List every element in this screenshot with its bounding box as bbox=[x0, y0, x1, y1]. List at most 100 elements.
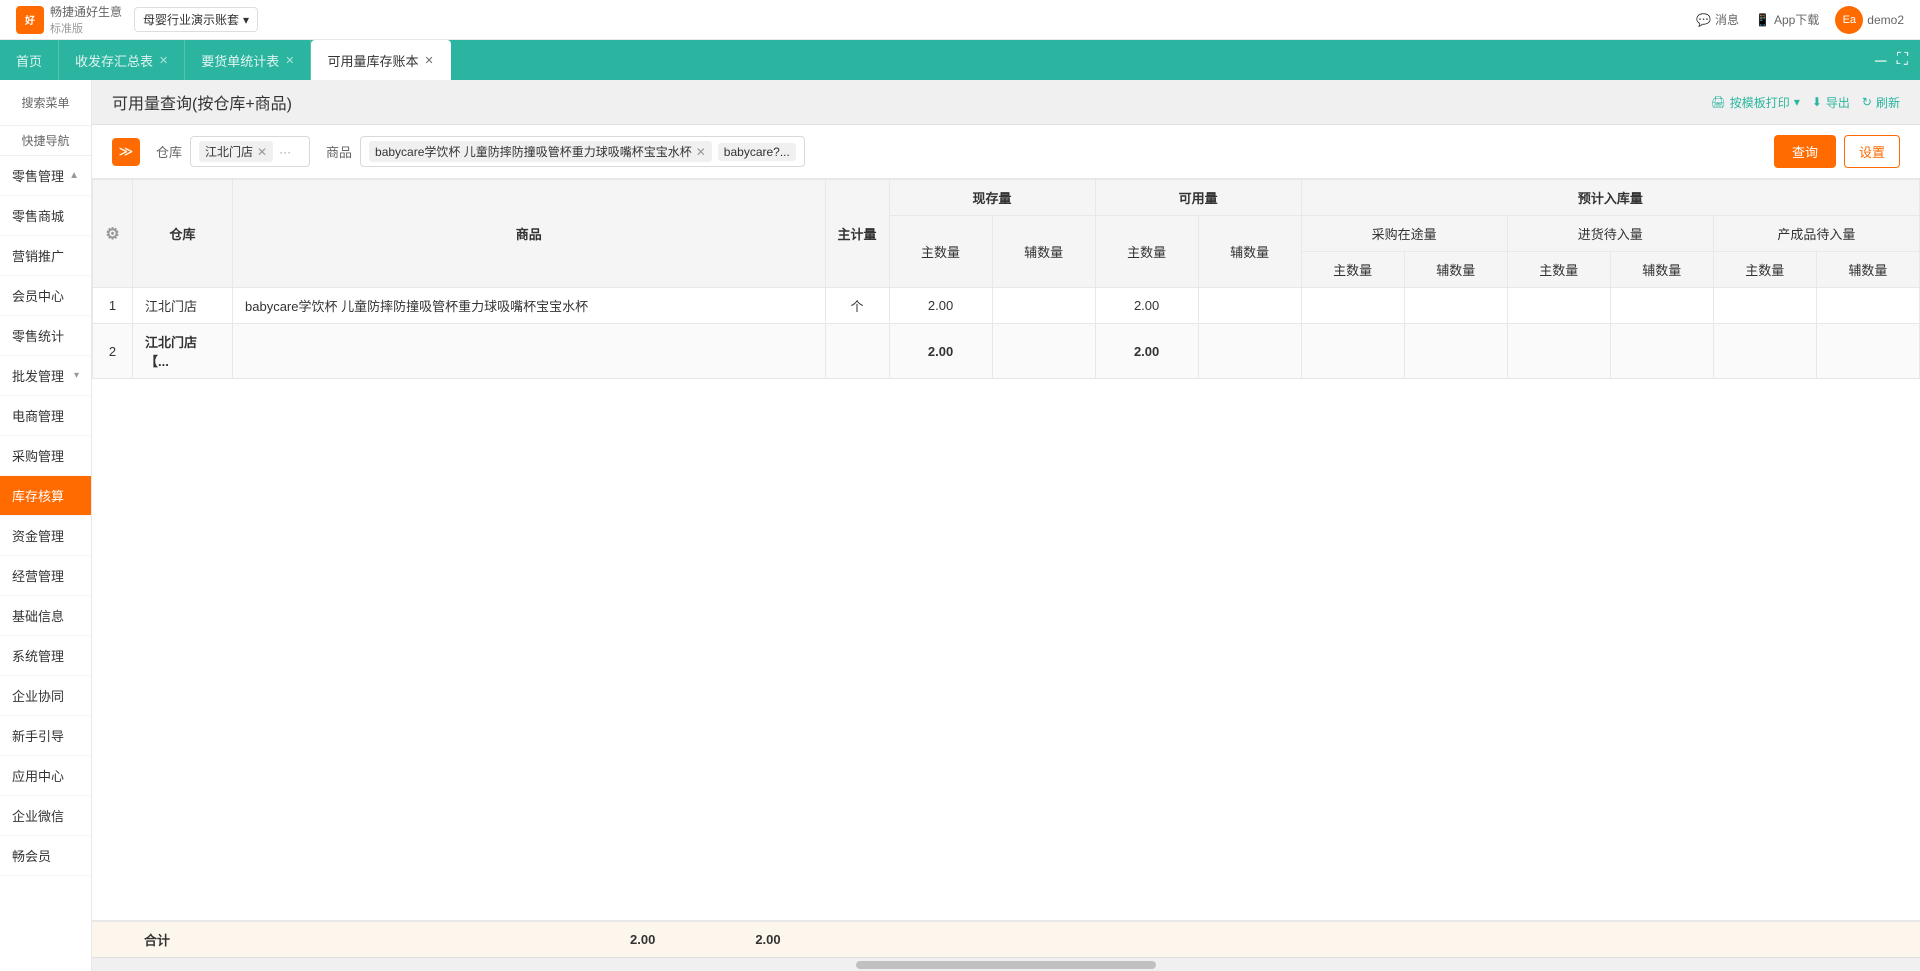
sidebar-item-marketing[interactable]: 营销推广 bbox=[0, 236, 91, 276]
row2-product-pending-aux bbox=[1816, 324, 1919, 379]
row2-product-pending-main bbox=[1713, 324, 1816, 379]
sidebar-item-basic-info[interactable]: 基础信息 bbox=[0, 596, 91, 636]
row1-current-main: 2.00 bbox=[889, 288, 992, 324]
sidebar-item-ecommerce-mgmt[interactable]: 电商管理 bbox=[0, 396, 91, 436]
col-header-product: 商品 bbox=[233, 180, 826, 288]
settings-btn[interactable]: 设置 bbox=[1844, 135, 1900, 168]
sidebar-item-enterprise-wechat[interactable]: 企业微信 bbox=[0, 796, 91, 836]
tab-available-ledger[interactable]: 可用量库存账本 ✕ bbox=[311, 40, 450, 80]
print-label: 按模板打印 bbox=[1730, 94, 1790, 111]
tab-order-stats-close[interactable]: ✕ bbox=[285, 54, 294, 67]
product-input[interactable]: babycare学饮杯 儿童防摔防撞吸管杯重力球吸嘴杯宝宝水杯 ✕ babyca… bbox=[360, 136, 805, 167]
tab-order-stats[interactable]: 要货单统计表 ✕ bbox=[185, 40, 311, 80]
warehouse-tag-remove[interactable]: ✕ bbox=[257, 145, 267, 159]
filter-toggle-btn[interactable]: ≫ bbox=[112, 138, 140, 166]
tab-available-ledger-label: 可用量库存账本 bbox=[327, 51, 418, 70]
row1-product-pending-main bbox=[1713, 288, 1816, 324]
row2-avail-aux bbox=[1198, 324, 1301, 379]
sidebar-item-retail-mgmt[interactable]: 零售管理 ▲ bbox=[0, 156, 91, 196]
row2-incoming-pending-main bbox=[1507, 324, 1610, 379]
row2-current-main: 2.00 bbox=[889, 324, 992, 379]
product-tag-1-remove[interactable]: ✕ bbox=[696, 145, 706, 159]
sidebar-quick-nav[interactable]: 快捷导航 bbox=[0, 126, 91, 156]
sidebar: 搜索菜单 快捷导航 零售管理 ▲ 零售商城 营销推广 会员中心 零售统计 批发管… bbox=[0, 80, 92, 971]
export-icon: ⬇ bbox=[1812, 95, 1822, 109]
sidebar-item-inventory-check[interactable]: 库存核算 bbox=[0, 476, 91, 516]
row1-avail-main: 2.00 bbox=[1095, 288, 1198, 324]
filter-actions: 查询 设置 bbox=[1774, 135, 1900, 168]
sidebar-item-wholesale-mgmt[interactable]: 批发管理 ▾ bbox=[0, 356, 91, 396]
content-area: 可用量查询(按仓库+商品) 🖨 按模板打印 ▾ ⬇ 导出 ↻ 刷新 ≫ bbox=[92, 80, 1920, 971]
refresh-btn[interactable]: ↻ 刷新 bbox=[1862, 94, 1900, 111]
sidebar-item-retail-stats[interactable]: 零售统计 bbox=[0, 316, 91, 356]
row2-product bbox=[233, 324, 826, 379]
sidebar-item-system-mgmt[interactable]: 系统管理 bbox=[0, 636, 91, 676]
tab-home[interactable]: 首页 bbox=[0, 40, 59, 80]
nav-tabs-bar: 首页 收发存汇总表 ✕ 要货单统计表 ✕ 可用量库存账本 ✕ － ⛶ bbox=[0, 40, 1920, 80]
sidebar-item-finance-mgmt[interactable]: 资金管理 bbox=[0, 516, 91, 556]
tab-receive-summary-close[interactable]: ✕ bbox=[159, 54, 168, 67]
horizontal-scrollbar[interactable] bbox=[856, 961, 1156, 969]
col-header-unit: 主计量 bbox=[825, 180, 889, 288]
scroll-bar-area bbox=[92, 957, 1920, 971]
brand: 好 畅捷通好生意 标准版 bbox=[16, 3, 122, 36]
col-header-setting[interactable]: ⚙ bbox=[93, 180, 133, 288]
product-tag-1: babycare学饮杯 儿童防摔防撞吸管杯重力球吸嘴杯宝宝水杯 ✕ bbox=[369, 141, 712, 162]
user-area[interactable]: Ea demo2 bbox=[1835, 6, 1904, 34]
app-download-btn[interactable]: 📱 App下载 bbox=[1755, 11, 1819, 28]
message-btn[interactable]: 💬 消息 bbox=[1696, 11, 1739, 28]
footer-avail-main: 2.00 bbox=[755, 932, 780, 947]
warehouse-tag: 江北门店 ✕ bbox=[199, 141, 273, 162]
sidebar-search-btn[interactable]: 搜索菜单 bbox=[8, 88, 83, 117]
col-header-product-pending-main: 主数量 bbox=[1713, 252, 1816, 288]
row1-purchase-transit-aux bbox=[1404, 288, 1507, 324]
row1-unit: 个 bbox=[825, 288, 889, 324]
warehouse-filter: 仓库 江北门店 ✕ ··· bbox=[156, 136, 310, 167]
sidebar-item-new-guide[interactable]: 新手引导 bbox=[0, 716, 91, 756]
industry-selector[interactable]: 母婴行业演示账套 ▾ bbox=[134, 7, 258, 32]
sidebar-item-member-center[interactable]: 会员中心 bbox=[0, 276, 91, 316]
row1-product: babycare学饮杯 儿童防摔防撞吸管杯重力球吸嘴杯宝宝水杯 bbox=[233, 288, 826, 324]
minimize-icon[interactable]: － bbox=[1873, 48, 1889, 72]
warehouse-input[interactable]: 江北门店 ✕ ··· bbox=[190, 136, 310, 167]
sidebar-item-retail-mall[interactable]: 零售商城 bbox=[0, 196, 91, 236]
chevron-down-icon: ▾ bbox=[243, 13, 249, 27]
col-header-avail-main: 主数量 bbox=[1095, 216, 1198, 288]
chevron-icon: ▾ bbox=[74, 370, 79, 381]
sidebar-search-area: 搜索菜单 bbox=[0, 80, 91, 126]
product-filter: 商品 babycare学饮杯 儿童防摔防撞吸管杯重力球吸嘴杯宝宝水杯 ✕ bab… bbox=[326, 136, 805, 167]
export-btn[interactable]: ⬇ 导出 bbox=[1812, 94, 1850, 111]
phone-icon: 📱 bbox=[1755, 13, 1770, 27]
sidebar-item-enterprise-collab[interactable]: 企业协同 bbox=[0, 676, 91, 716]
page-header: 可用量查询(按仓库+商品) 🖨 按模板打印 ▾ ⬇ 导出 ↻ 刷新 bbox=[92, 80, 1920, 125]
sidebar-item-app-center[interactable]: 应用中心 bbox=[0, 756, 91, 796]
tab-receive-summary[interactable]: 收发存汇总表 ✕ bbox=[59, 40, 185, 80]
page-actions: 🖨 按模板打印 ▾ ⬇ 导出 ↻ 刷新 bbox=[1711, 94, 1900, 111]
row1-incoming-pending-main bbox=[1507, 288, 1610, 324]
sidebar-item-ops-mgmt[interactable]: 经营管理 bbox=[0, 556, 91, 596]
row2-index: 2 bbox=[93, 324, 133, 379]
tab-available-ledger-close[interactable]: ✕ bbox=[425, 54, 434, 67]
row1-incoming-pending-aux bbox=[1610, 288, 1713, 324]
column-settings-icon[interactable]: ⚙ bbox=[105, 226, 119, 243]
tab-receive-summary-label: 收发存汇总表 bbox=[75, 51, 153, 70]
col-header-product-pending-aux: 辅数量 bbox=[1816, 252, 1919, 288]
brand-text: 畅捷通好生意 标准版 bbox=[50, 3, 122, 36]
col-header-product-pending: 产成品待入量 bbox=[1713, 216, 1919, 252]
col-header-incoming-pending-aux: 辅数量 bbox=[1610, 252, 1713, 288]
col-header-purchase-transit-main: 主数量 bbox=[1301, 252, 1404, 288]
query-btn[interactable]: 查询 bbox=[1774, 135, 1836, 168]
row1-product-pending-aux bbox=[1816, 288, 1919, 324]
sidebar-item-vip-member[interactable]: 畅会员 bbox=[0, 836, 91, 876]
col-header-purchase-transit-aux: 辅数量 bbox=[1404, 252, 1507, 288]
print-btn[interactable]: 🖨 按模板打印 ▾ bbox=[1711, 94, 1800, 111]
maximize-icon[interactable]: ⛶ bbox=[1897, 51, 1908, 69]
export-label: 导出 bbox=[1826, 94, 1850, 111]
warehouse-label: 仓库 bbox=[156, 142, 182, 161]
warehouse-more-icon[interactable]: ··· bbox=[279, 145, 291, 159]
col-header-available: 可用量 bbox=[1095, 180, 1301, 216]
table-container[interactable]: ⚙ 仓库 商品 主计量 现存量 可用量 预计入库量 主数量 辅数量 主数量 辅数… bbox=[92, 179, 1920, 920]
row2-incoming-pending-aux bbox=[1610, 324, 1713, 379]
sidebar-item-purchase-mgmt[interactable]: 采购管理 bbox=[0, 436, 91, 476]
row2-purchase-transit-aux bbox=[1404, 324, 1507, 379]
